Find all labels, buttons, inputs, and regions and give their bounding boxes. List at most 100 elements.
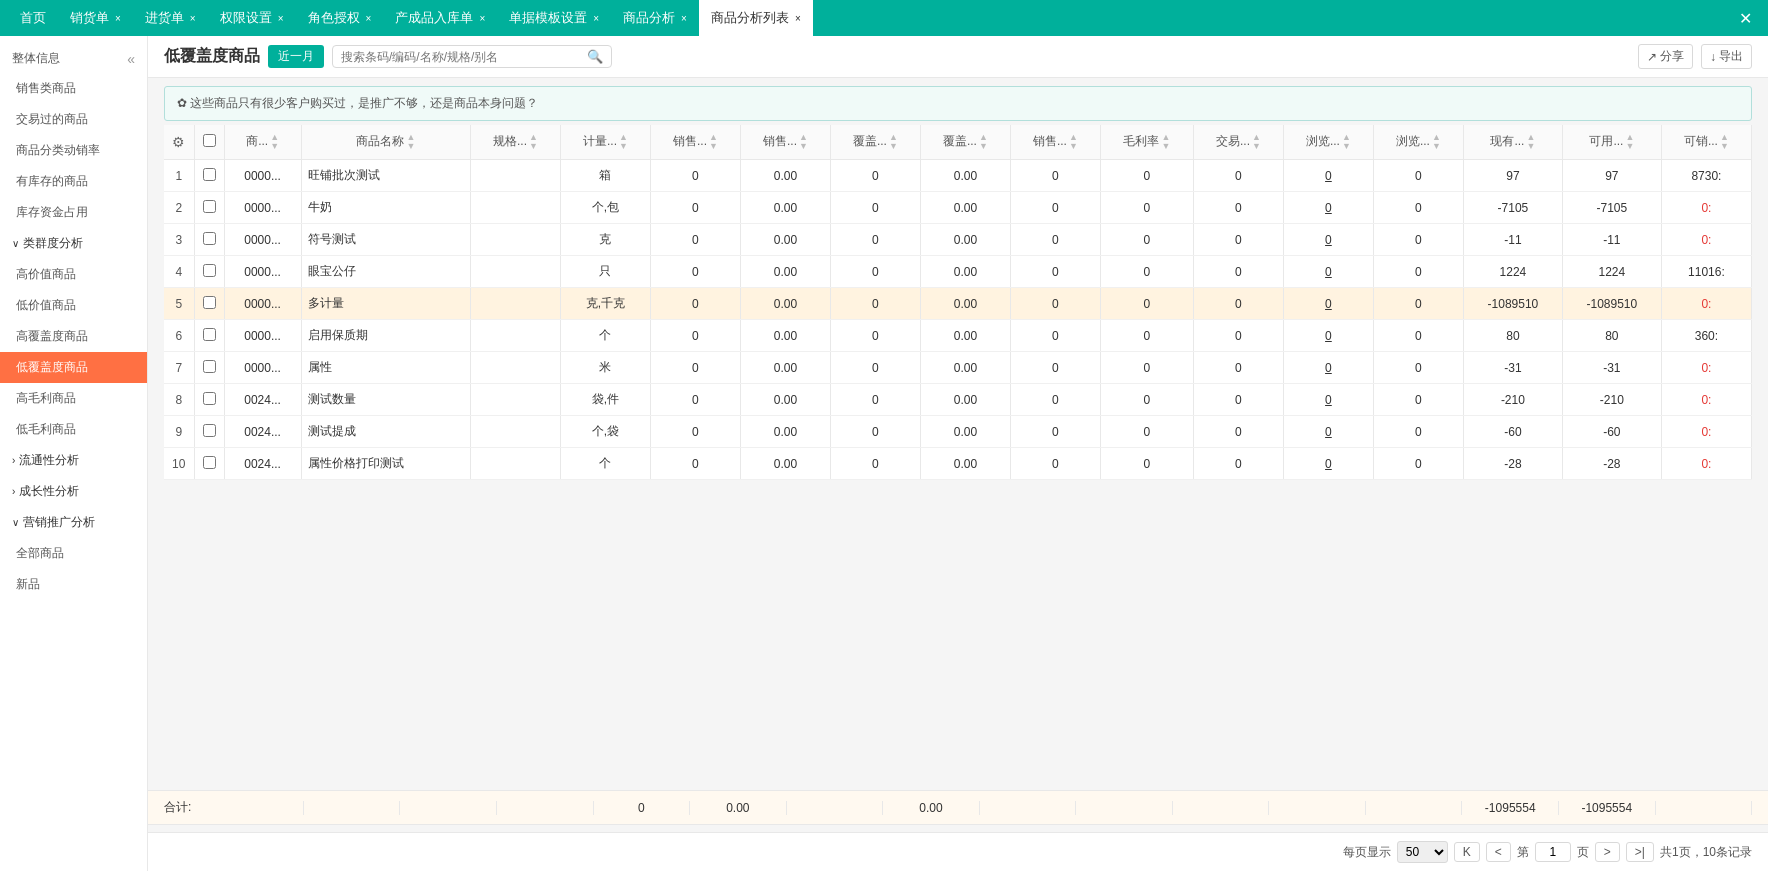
prev-page-button[interactable]: < — [1486, 842, 1511, 862]
row-checkbox[interactable] — [203, 232, 216, 245]
row-gross-margin: 0 — [1100, 352, 1193, 384]
close-icon[interactable]: × — [479, 13, 485, 24]
row-sales-amt: 0.00 — [740, 160, 830, 192]
row-browse1[interactable]: 0 — [1283, 320, 1373, 352]
saleable-column-header[interactable]: 可销...▲▼ — [1661, 125, 1751, 160]
sidebar-item-inventory-goods[interactable]: 有库存的商品 — [0, 166, 147, 197]
row-checkbox[interactable] — [203, 424, 216, 437]
spec-column-header[interactable]: 规格...▲▼ — [471, 125, 561, 160]
sidebar-item-low-value[interactable]: 低价值商品 — [0, 290, 147, 321]
sidebar-item-traded-goods[interactable]: 交易过的商品 — [0, 104, 147, 135]
coverage1-column-header[interactable]: 覆盖...▲▼ — [830, 125, 920, 160]
footer-total-available: -1095554 — [1559, 801, 1656, 815]
row-checkbox[interactable] — [203, 168, 216, 181]
row-checkbox[interactable] — [203, 296, 216, 309]
sales-num-column-header[interactable]: 销售...▲▼ — [1010, 125, 1100, 160]
row-browse1[interactable]: 0 — [1283, 448, 1373, 480]
row-browse1[interactable]: 0 — [1283, 160, 1373, 192]
unit-column-header[interactable]: 计量...▲▼ — [560, 125, 650, 160]
sidebar-item-high-value[interactable]: 高价值商品 — [0, 259, 147, 290]
sidebar-item-low-margin[interactable]: 低毛利商品 — [0, 414, 147, 445]
sidebar-item-capital-usage[interactable]: 库存资金占用 — [0, 197, 147, 228]
row-browse1[interactable]: 0 — [1283, 256, 1373, 288]
period-button[interactable]: 近一月 — [268, 45, 324, 68]
sidebar-item-category-turnover[interactable]: 商品分类动销率 — [0, 135, 147, 166]
sidebar-item-all-goods[interactable]: 全部商品 — [0, 538, 147, 569]
gross-margin-column-header[interactable]: 毛利率▲▼ — [1100, 125, 1193, 160]
nav-tab-analysis-list[interactable]: 商品分析列表 × — [699, 0, 813, 36]
row-number: 7 — [164, 352, 194, 384]
sidebar-item-new-goods[interactable]: 新品 — [0, 569, 147, 600]
row-browse1[interactable]: 0 — [1283, 384, 1373, 416]
row-browse1[interactable]: 0 — [1283, 192, 1373, 224]
row-number: 3 — [164, 224, 194, 256]
nav-tab-purchase[interactable]: 进货单 × — [133, 0, 208, 36]
nav-tab-permissions[interactable]: 权限设置 × — [208, 0, 296, 36]
browse1-column-header[interactable]: 浏览...▲▼ — [1283, 125, 1373, 160]
sidebar-item-high-margin[interactable]: 高毛利商品 — [0, 383, 147, 414]
close-icon[interactable]: × — [278, 13, 284, 24]
name-column-header[interactable]: 商品名称▲▼ — [301, 125, 470, 160]
sales-amt-column-header[interactable]: 销售...▲▼ — [740, 125, 830, 160]
code-column-header[interactable]: 商...▲▼ — [224, 125, 301, 160]
close-icon[interactable]: × — [190, 13, 196, 24]
page-number-input[interactable] — [1535, 842, 1571, 862]
nav-tab-analysis[interactable]: 商品分析 × — [611, 0, 699, 36]
nav-tab-inventory[interactable]: 产成品入库单 × — [383, 0, 497, 36]
next-page-button[interactable]: > — [1595, 842, 1620, 862]
browse2-column-header[interactable]: 浏览...▲▼ — [1373, 125, 1463, 160]
coverage2-column-header[interactable]: 覆盖...▲▼ — [920, 125, 1010, 160]
row-checkbox[interactable] — [203, 392, 216, 405]
search-input[interactable] — [341, 50, 583, 64]
first-page-button[interactable]: K — [1454, 842, 1480, 862]
nav-tab-template[interactable]: 单据模板设置 × — [497, 0, 611, 36]
sidebar-group-growth[interactable]: › 成长性分析 — [0, 476, 147, 507]
sidebar-group-marketing[interactable]: ∨ 营销推广分析 — [0, 507, 147, 538]
nav-tab-home[interactable]: 首页 — [8, 0, 58, 36]
row-checkbox[interactable] — [203, 200, 216, 213]
sidebar-group-liquidity[interactable]: › 流通性分析 — [0, 445, 147, 476]
nav-tab-roles[interactable]: 角色授权 × — [296, 0, 384, 36]
sidebar-collapse-button[interactable]: « — [127, 51, 135, 67]
row-gross-margin: 0 — [1100, 160, 1193, 192]
row-checkbox[interactable] — [203, 360, 216, 373]
transaction-column-header[interactable]: 交易...▲▼ — [1193, 125, 1283, 160]
export-button[interactable]: ↓ 导出 — [1701, 44, 1752, 69]
current-stock-column-header[interactable]: 现有...▲▼ — [1463, 125, 1562, 160]
row-browse1[interactable]: 0 — [1283, 416, 1373, 448]
last-page-button[interactable]: >| — [1626, 842, 1654, 862]
row-sales-qty: 0 — [650, 384, 740, 416]
row-checkbox[interactable] — [203, 456, 216, 469]
row-browse1[interactable]: 0 — [1283, 288, 1373, 320]
page-size-select[interactable]: 50 100 200 — [1397, 841, 1448, 863]
row-browse2: 0 — [1373, 448, 1463, 480]
row-number: 2 — [164, 192, 194, 224]
horizontal-scrollbar[interactable] — [148, 824, 1768, 832]
available-column-header[interactable]: 可用...▲▼ — [1562, 125, 1661, 160]
nav-tab-sales[interactable]: 销货单 × — [58, 0, 133, 36]
close-icon[interactable]: × — [593, 13, 599, 24]
sidebar-group-type-analysis[interactable]: ∨ 类群度分析 — [0, 228, 147, 259]
row-browse1[interactable]: 0 — [1283, 352, 1373, 384]
close-icon[interactable]: × — [795, 13, 801, 24]
sidebar-item-sales-goods[interactable]: 销售类商品 — [0, 73, 147, 104]
row-gross-margin: 0 — [1100, 224, 1193, 256]
close-icon[interactable]: × — [681, 13, 687, 24]
sales-qty-column-header[interactable]: 销售...▲▼ — [650, 125, 740, 160]
footer-total-sales-qty: 0 — [594, 801, 691, 815]
close-icon[interactable]: × — [115, 13, 121, 24]
row-sales-amt: 0.00 — [740, 416, 830, 448]
window-close-button[interactable]: ✕ — [1731, 9, 1760, 28]
row-checkbox[interactable] — [203, 328, 216, 341]
table-container[interactable]: ⚙ 商...▲▼ 商品名称▲▼ 规格...▲▼ 计量...▲▼ 销售...▲▼ … — [148, 125, 1768, 790]
share-button[interactable]: ↗ 分享 — [1638, 44, 1693, 69]
row-code: 0000... — [224, 352, 301, 384]
sidebar-item-low-coverage[interactable]: 低覆盖度商品 — [0, 352, 147, 383]
sidebar-item-high-coverage[interactable]: 高覆盖度商品 — [0, 321, 147, 352]
row-checkbox[interactable] — [203, 264, 216, 277]
settings-column-header[interactable]: ⚙ — [164, 125, 194, 160]
select-all-checkbox[interactable] — [203, 134, 216, 147]
row-sales-amt: 0.00 — [740, 384, 830, 416]
row-browse1[interactable]: 0 — [1283, 224, 1373, 256]
close-icon[interactable]: × — [366, 13, 372, 24]
